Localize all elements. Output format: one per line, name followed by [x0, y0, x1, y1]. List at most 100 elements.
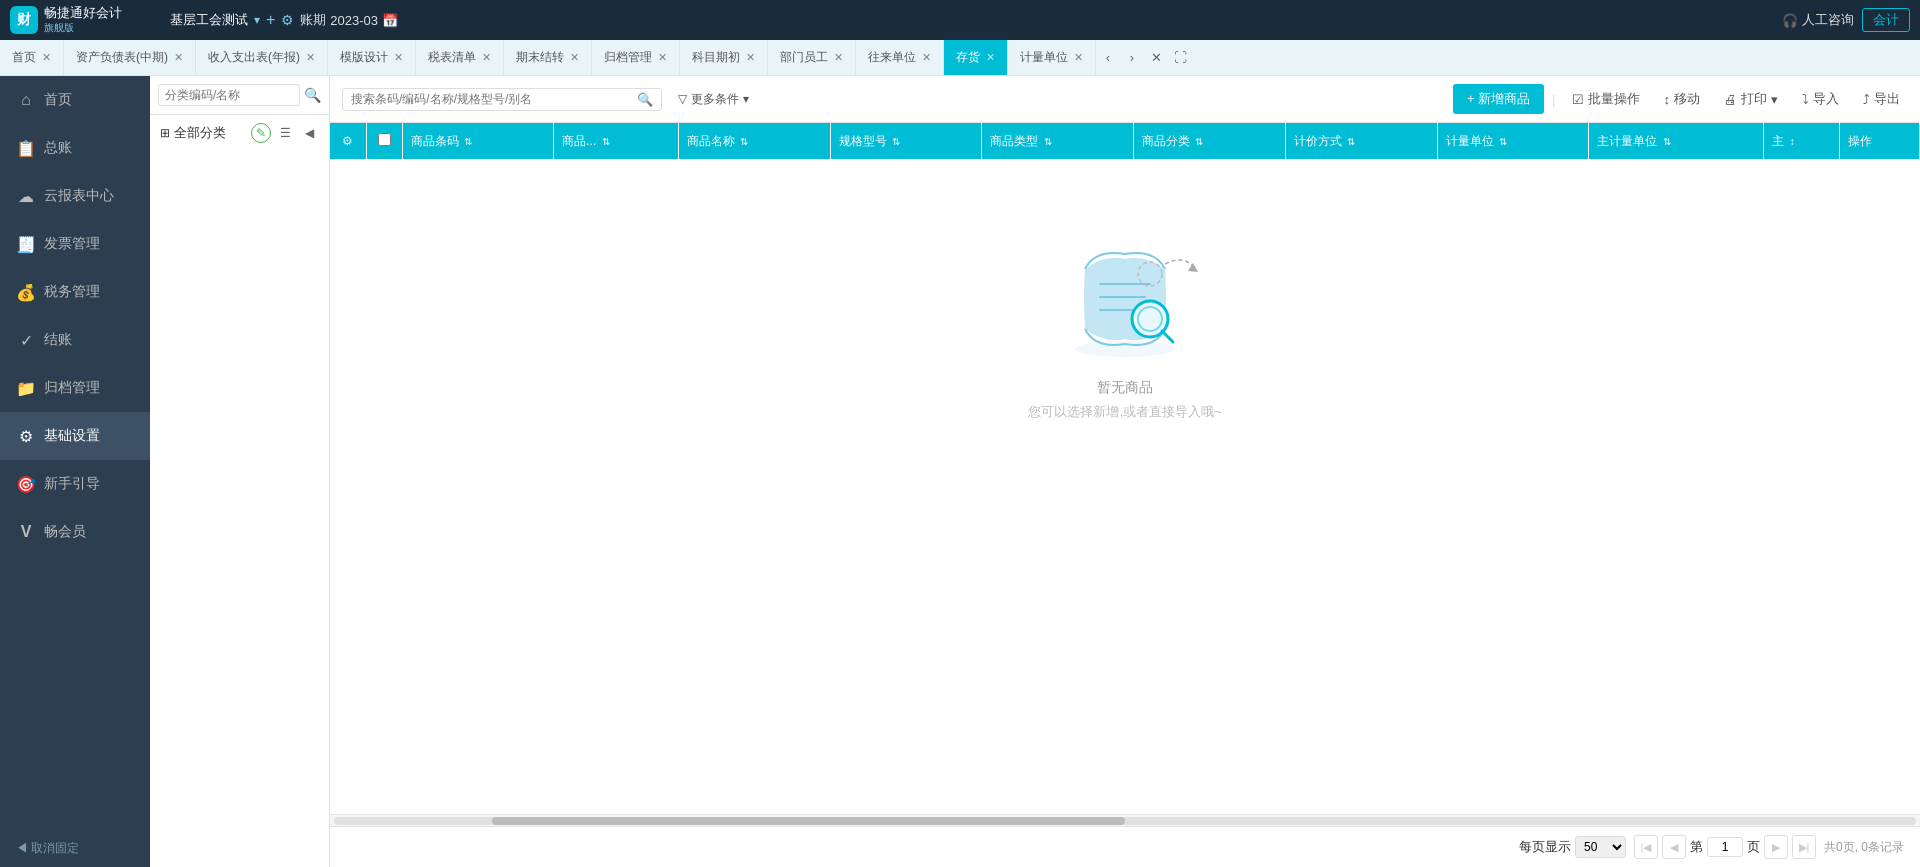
main-layout: ⌂ 首页 📋 总账 ☁ 云报表中心 🧾 发票管理 💰 税务管理 ✓ 结账 📁 归… — [0, 76, 1920, 867]
prev-page-button[interactable]: ◀ — [1662, 835, 1686, 859]
th-checkbox[interactable] — [366, 123, 402, 159]
category-search-icon[interactable]: 🔍 — [304, 87, 321, 103]
service-button[interactable]: 🎧 人工咨询 — [1782, 11, 1854, 29]
per-page-select[interactable]: 20 50 100 — [1575, 836, 1626, 858]
tab-archive-close[interactable]: ✕ — [658, 51, 667, 64]
company-chevron-icon[interactable]: ▾ — [254, 13, 260, 27]
cloud-icon: ☁ — [16, 187, 36, 206]
tab-template-close[interactable]: ✕ — [394, 51, 403, 64]
filter-button[interactable]: ▽ 更多条件 ▾ — [670, 87, 757, 112]
sidebar-item-tax[interactable]: 💰 税务管理 — [0, 268, 150, 316]
page-navigation: |◀ ◀ 第 页 ▶ ▶| — [1634, 835, 1816, 859]
tab-prev-button[interactable]: ‹ — [1096, 40, 1120, 76]
batch-operation-button[interactable]: ☑ 批量操作 — [1564, 86, 1648, 112]
export-button[interactable]: ⤴ 导出 — [1855, 86, 1908, 112]
th-spec[interactable]: 规格型号 ⇅ — [830, 123, 982, 159]
calendar-icon[interactable]: 📅 — [382, 13, 398, 28]
main-content: 🔍 ⊞ 全部分类 ✎ ☰ ◀ 🔍 — [150, 76, 1920, 867]
more-category-icon[interactable]: ☰ — [275, 123, 295, 143]
sidebar-item-member[interactable]: V 畅会员 — [0, 508, 150, 556]
next-page-button[interactable]: ▶ — [1764, 835, 1788, 859]
th-price-method-label: 计价方式 — [1294, 134, 1342, 148]
left-panel: 🔍 ⊞ 全部分类 ✎ ☰ ◀ — [150, 76, 330, 867]
sidebar-item-reports[interactable]: ☁ 云报表中心 — [0, 172, 150, 220]
th-category[interactable]: 商品分类 ⇅ — [1134, 123, 1286, 159]
tab-period-transfer-close[interactable]: ✕ — [570, 51, 579, 64]
th-barcode[interactable]: 商品条码 ⇅ — [402, 123, 554, 159]
th-main-unit[interactable]: 主计量单位 ⇅ — [1589, 123, 1764, 159]
col3-sort-icon: ↕ — [1790, 136, 1795, 147]
tab-dept-staff[interactable]: 部门员工 ✕ — [768, 40, 856, 76]
tab-balance-sheet[interactable]: 资产负债表(中期) ✕ — [64, 40, 196, 76]
sidebar-item-guide[interactable]: 🎯 新手引导 — [0, 460, 150, 508]
th-type-label: 商品类型 — [990, 134, 1038, 148]
select-all-checkbox[interactable] — [378, 133, 391, 146]
type-sort-icon: ⇅ — [1044, 136, 1052, 147]
import-button[interactable]: ⤵ 导入 — [1794, 86, 1847, 112]
page-number-input[interactable] — [1707, 837, 1743, 857]
th-settings[interactable]: ⚙ — [330, 123, 366, 159]
total-records-info: 共0页, 0条记录 — [1824, 839, 1904, 856]
tab-contact[interactable]: 往来单位 ✕ — [856, 40, 944, 76]
tab-unit-close[interactable]: ✕ — [1074, 51, 1083, 64]
th-col3[interactable]: 主 ↕ — [1764, 123, 1840, 159]
tab-subject-init[interactable]: 科目期初 ✕ — [680, 40, 768, 76]
code-sort-icon: ⇅ — [602, 136, 610, 147]
th-unit[interactable]: 计量单位 ⇅ — [1437, 123, 1589, 159]
tab-expand-button[interactable]: ⛶ — [1168, 40, 1192, 76]
sidebar-item-basic[interactable]: ⚙ 基础设置 — [0, 412, 150, 460]
account-button[interactable]: 会计 — [1862, 8, 1910, 32]
ledger-icon: 📋 — [16, 139, 36, 158]
tab-income-close[interactable]: ✕ — [306, 51, 315, 64]
category-sort-icon: ⇅ — [1195, 136, 1203, 147]
sidebar-item-settle[interactable]: ✓ 结账 — [0, 316, 150, 364]
last-page-button[interactable]: ▶| — [1792, 835, 1816, 859]
tab-dept-close[interactable]: ✕ — [834, 51, 843, 64]
sidebar-item-invoice[interactable]: 🧾 发票管理 — [0, 220, 150, 268]
tab-subject-close[interactable]: ✕ — [746, 51, 755, 64]
tab-home-close[interactable]: ✕ — [42, 51, 51, 64]
sidebar-item-archive[interactable]: 📁 归档管理 — [0, 364, 150, 412]
th-price-method[interactable]: 计价方式 ⇅ — [1285, 123, 1437, 159]
sidebar-item-ledger[interactable]: 📋 总账 — [0, 124, 150, 172]
category-header[interactable]: ⊞ 全部分类 ✎ ☰ ◀ — [150, 115, 329, 151]
tab-unit[interactable]: 计量单位 ✕ — [1008, 40, 1096, 76]
sidebar-item-home[interactable]: ⌂ 首页 — [0, 76, 150, 124]
th-code[interactable]: 商品... ⇅ — [554, 123, 679, 159]
th-type[interactable]: 商品类型 ⇅ — [982, 123, 1134, 159]
collapse-panel-icon[interactable]: ◀ — [299, 123, 319, 143]
tab-balance-close[interactable]: ✕ — [174, 51, 183, 64]
tab-next-button[interactable]: › — [1120, 40, 1144, 76]
first-page-button[interactable]: |◀ — [1634, 835, 1658, 859]
th-barcode-label: 商品条码 — [411, 134, 459, 148]
horizontal-scrollbar[interactable] — [330, 814, 1920, 826]
edit-category-icon[interactable]: ✎ — [251, 123, 271, 143]
product-search-input[interactable] — [351, 92, 633, 106]
filter-chevron-icon: ▾ — [743, 92, 749, 106]
tab-contact-close[interactable]: ✕ — [922, 51, 931, 64]
scroll-thumb[interactable] — [492, 817, 1125, 825]
unpin-button[interactable]: ◀ 取消固定 — [0, 830, 150, 867]
tab-home[interactable]: 首页 ✕ — [0, 40, 64, 76]
tab-period-transfer[interactable]: 期末结转 ✕ — [504, 40, 592, 76]
print-icon: 🖨 — [1724, 92, 1737, 107]
tab-tax-list[interactable]: 税表清单 ✕ — [416, 40, 504, 76]
product-search-icon[interactable]: 🔍 — [637, 92, 653, 107]
add-product-button[interactable]: + 新增商品 — [1453, 84, 1544, 114]
category-search-input[interactable] — [158, 84, 300, 106]
move-button[interactable]: ↕ 移动 — [1656, 86, 1709, 112]
tab-inventory-close[interactable]: ✕ — [986, 51, 995, 64]
tab-balance-label: 资产负债表(中期) — [76, 49, 168, 66]
tab-income[interactable]: 收入支出表(年报) ✕ — [196, 40, 328, 76]
th-name[interactable]: 商品名称 ⇅ — [678, 123, 830, 159]
sidebar-tax-label: 税务管理 — [44, 283, 100, 301]
main-unit-sort-icon: ⇅ — [1663, 136, 1671, 147]
tab-template[interactable]: 模版设计 ✕ — [328, 40, 416, 76]
print-button[interactable]: 🖨 打印 ▾ — [1716, 86, 1786, 112]
tab-tax-list-close[interactable]: ✕ — [482, 51, 491, 64]
tab-inventory[interactable]: 存货 ✕ — [944, 40, 1008, 76]
settings-icon[interactable]: ⚙ — [281, 12, 294, 28]
add-company-icon[interactable]: + — [266, 11, 275, 29]
tab-archive[interactable]: 归档管理 ✕ — [592, 40, 680, 76]
tab-close-all-button[interactable]: ✕ — [1144, 40, 1168, 76]
